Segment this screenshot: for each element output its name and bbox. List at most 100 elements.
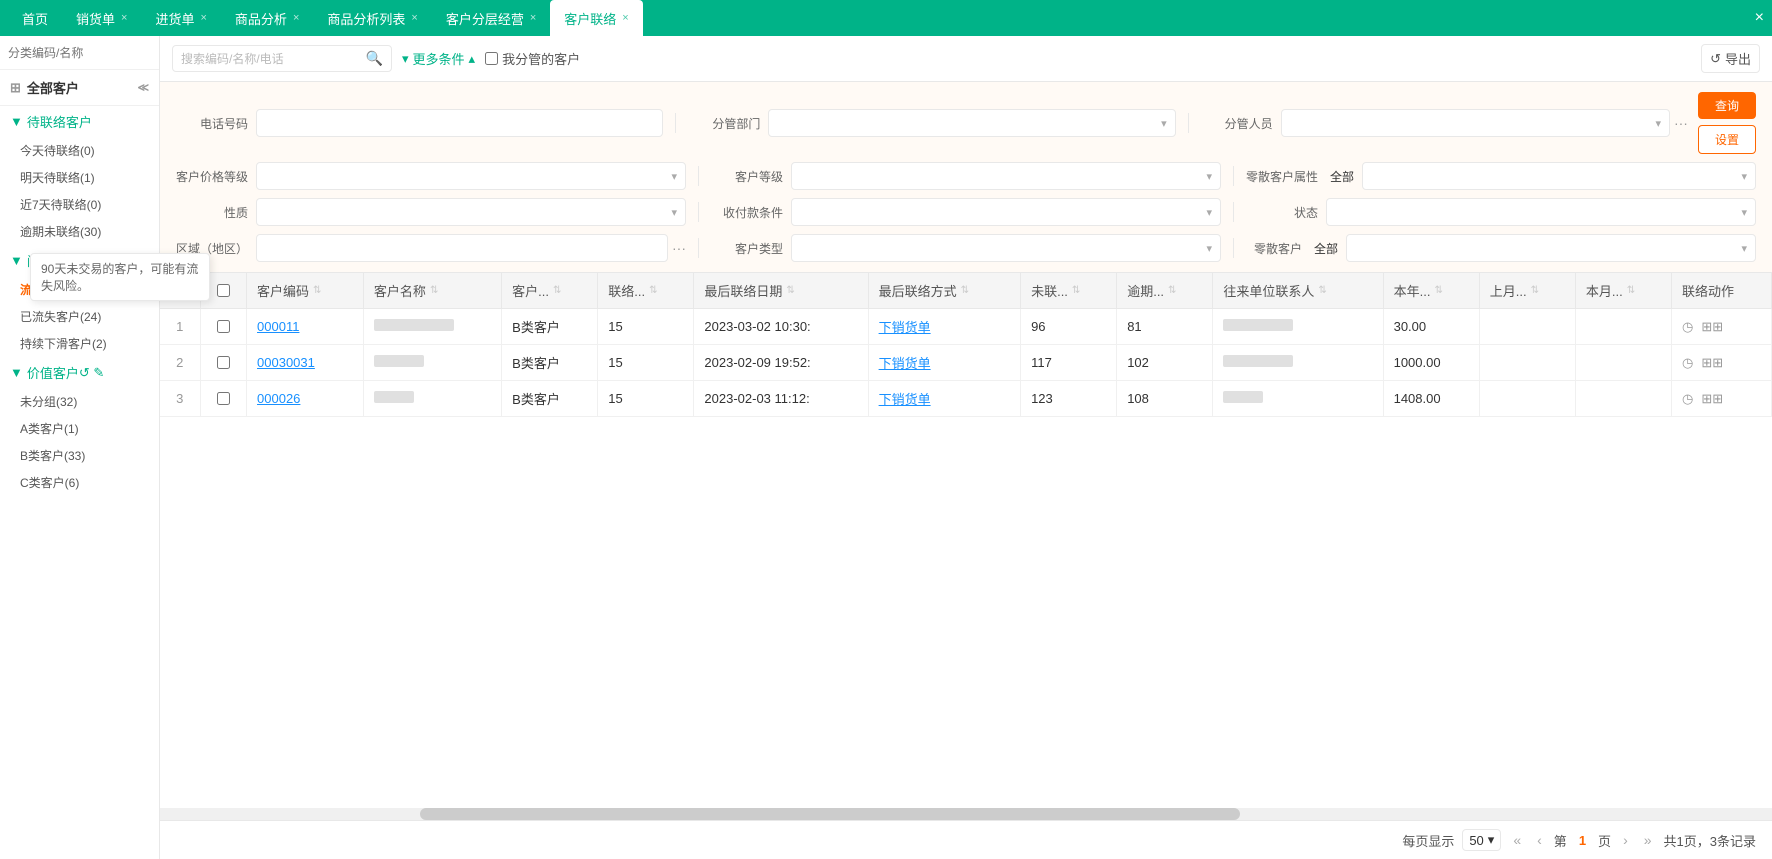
close-icon-purchase[interactable]: × xyxy=(200,12,206,24)
grid-icon: ⊞ xyxy=(10,80,21,96)
th-not-contacted[interactable]: 未联... ⇅ xyxy=(1021,273,1117,309)
customer-type-select[interactable]: ▾ xyxy=(791,234,1221,262)
nature-select[interactable]: ▾ xyxy=(256,198,686,226)
filter-my-customers[interactable]: 我分管的客户 xyxy=(485,49,580,68)
action-icon-3a[interactable]: ◷ xyxy=(1682,391,1693,407)
th-code[interactable]: 客户编码 ⇅ xyxy=(247,273,364,309)
close-all-button[interactable]: × xyxy=(1755,9,1764,27)
settings-button[interactable]: 设置 xyxy=(1698,125,1756,154)
nav-item-analysis-list[interactable]: 商品分析列表 × xyxy=(313,0,431,36)
close-icon-analysis[interactable]: × xyxy=(293,12,299,24)
code-link-2[interactable]: 00030031 xyxy=(257,355,315,370)
td-overdue-2: 102 xyxy=(1117,345,1213,381)
nav-item-customer-tier[interactable]: 客户分层经营 × xyxy=(432,0,550,36)
nav-item-sales[interactable]: 销货单 × xyxy=(62,0,141,36)
query-button[interactable]: 查询 xyxy=(1698,92,1756,119)
last-way-link-1[interactable]: 下销货单 xyxy=(879,320,931,335)
sidebar-item-overdue-uncontact[interactable]: 逾期未联络(30) xyxy=(0,218,159,245)
total-info: 共1页，3条记录 xyxy=(1664,831,1756,850)
phone-input[interactable] xyxy=(256,109,663,137)
last-way-link-2[interactable]: 下销货单 xyxy=(879,356,931,371)
th-this-month[interactable]: 本月... ⇅ xyxy=(1575,273,1671,309)
th-type[interactable]: 客户... ⇅ xyxy=(502,273,598,309)
nav-item-customer-contact[interactable]: 客户联络 × xyxy=(550,0,642,36)
action-icon-1b[interactable]: ⊞⊞ xyxy=(1701,319,1723,335)
close-icon-customer-contact[interactable]: × xyxy=(622,12,628,24)
status-select[interactable]: ▾ xyxy=(1326,198,1756,226)
prev-page-btn[interactable]: ‹ xyxy=(1533,830,1546,850)
close-icon-analysis-list[interactable]: × xyxy=(411,12,417,24)
sidebar-group-value[interactable]: ▼ 价值客户 ↺ ✎ xyxy=(0,357,159,388)
edit-icons-value[interactable]: ↺ ✎ xyxy=(79,365,104,381)
region-dots-icon[interactable]: ··· xyxy=(672,240,686,256)
sidebar-item-tomorrow[interactable]: 明天待联络(1) xyxy=(0,164,159,191)
row-checkbox-1[interactable] xyxy=(217,320,230,333)
filter-field-customer-level: 客户等级 ▾ xyxy=(711,162,1221,190)
sidebar-all-customers[interactable]: ⊞ 全部客户 ≪ xyxy=(0,70,159,106)
filter-search-icon[interactable]: 🔍 xyxy=(366,50,383,67)
nav-item-purchase[interactable]: 进货单 × xyxy=(141,0,220,36)
th-unit-contact[interactable]: 往来单位联系人 ⇅ xyxy=(1213,273,1383,309)
sidebar-group-pending[interactable]: ▼ 待联络客户 xyxy=(0,106,159,137)
sidebar-item-a-class[interactable]: A类客户(1) xyxy=(0,415,159,442)
action-icon-1a[interactable]: ◷ xyxy=(1682,319,1693,335)
th-last-month[interactable]: 上月... ⇅ xyxy=(1479,273,1575,309)
th-last-way[interactable]: 最后联络方式 ⇅ xyxy=(868,273,1020,309)
filter-field-dept: 分管部门 ▾ xyxy=(688,109,1175,137)
payment-select[interactable]: ▾ xyxy=(791,198,1221,226)
scatter-customer-select[interactable]: ▾ xyxy=(1346,234,1756,262)
last-way-link-3[interactable]: 下销货单 xyxy=(879,392,931,407)
first-page-btn[interactable]: « xyxy=(1509,830,1525,850)
per-page-select[interactable]: 50 ▾ xyxy=(1462,829,1501,851)
action-icon-2b[interactable]: ⊞⊞ xyxy=(1701,355,1723,371)
sidebar-item-b-class[interactable]: B类客户(33) xyxy=(0,442,159,469)
close-icon-customer-tier[interactable]: × xyxy=(530,12,536,24)
name-2 xyxy=(374,355,424,367)
sidebar-item-today[interactable]: 今天待联络(0) xyxy=(0,137,159,164)
my-customers-checkbox[interactable] xyxy=(485,52,498,65)
sidebar-search-input[interactable] xyxy=(8,46,160,60)
region-input[interactable] xyxy=(256,234,668,262)
manager-select[interactable]: ▾ xyxy=(1281,109,1670,137)
filter-more-btn[interactable]: ▾ 更多条件 ▴ xyxy=(402,49,475,68)
sidebar-item-churned[interactable]: 已流失客户(24) xyxy=(0,303,159,330)
th-contact[interactable]: 联络... ⇅ xyxy=(598,273,694,309)
scrollbar-thumb[interactable] xyxy=(420,808,1240,820)
code-link-1[interactable]: 000011 xyxy=(257,319,299,334)
price-level-select[interactable]: ▾ xyxy=(256,162,686,190)
td-last-date-2: 2023-02-09 19:52: xyxy=(694,345,868,381)
th-name[interactable]: 客户名称 ⇅ xyxy=(363,273,501,309)
scatter-attr-select[interactable]: ▾ xyxy=(1362,162,1756,190)
dept-select[interactable]: ▾ xyxy=(768,109,1175,137)
th-overdue[interactable]: 逾期... ⇅ xyxy=(1117,273,1213,309)
action-icon-3b[interactable]: ⊞⊞ xyxy=(1701,391,1723,407)
close-icon-sales[interactable]: × xyxy=(121,12,127,24)
th-last-date[interactable]: 最后联络日期 ⇅ xyxy=(694,273,868,309)
manager-dots-icon[interactable]: ··· xyxy=(1674,115,1688,131)
export-button[interactable]: ↺ 导出 xyxy=(1701,44,1760,73)
nav-item-home[interactable]: 首页 xyxy=(8,0,62,36)
code-link-3[interactable]: 000026 xyxy=(257,391,300,406)
next-page-btn[interactable]: › xyxy=(1619,830,1632,850)
sidebar-item-c-class[interactable]: C类客户(6) xyxy=(0,469,159,496)
advanced-filter-panel: 电话号码 分管部门 ▾ 分管人员 ▾ xyxy=(160,82,1772,273)
th-last-month-label: 上月... xyxy=(1490,281,1527,300)
row-checkbox-2[interactable] xyxy=(217,356,230,369)
nav-label-home: 首页 xyxy=(22,9,48,28)
th-this-year[interactable]: 本年... ⇅ xyxy=(1383,273,1479,309)
last-page-btn[interactable]: » xyxy=(1640,830,1656,850)
horizontal-scrollbar[interactable] xyxy=(160,808,1772,820)
sidebar-item-ungrouped[interactable]: 未分组(32) xyxy=(0,388,159,415)
select-all-checkbox[interactable] xyxy=(217,284,230,297)
sidebar-item-declining[interactable]: 持续下滑客户(2) xyxy=(0,330,159,357)
td-this-month-3 xyxy=(1575,381,1671,417)
nav-item-analysis[interactable]: 商品分析 × xyxy=(221,0,313,36)
action-icon-2a[interactable]: ◷ xyxy=(1682,355,1693,371)
sidebar-item-7days[interactable]: 近7天待联络(0) xyxy=(0,191,159,218)
th-action-label: 联络动作 xyxy=(1682,284,1734,299)
sort-icon-this-month: ⇅ xyxy=(1627,285,1635,296)
price-level-label: 客户价格等级 xyxy=(176,168,256,185)
row-checkbox-3[interactable] xyxy=(217,392,230,405)
td-last-way-1: 下销货单 xyxy=(868,309,1020,345)
customer-level-select[interactable]: ▾ xyxy=(791,162,1221,190)
